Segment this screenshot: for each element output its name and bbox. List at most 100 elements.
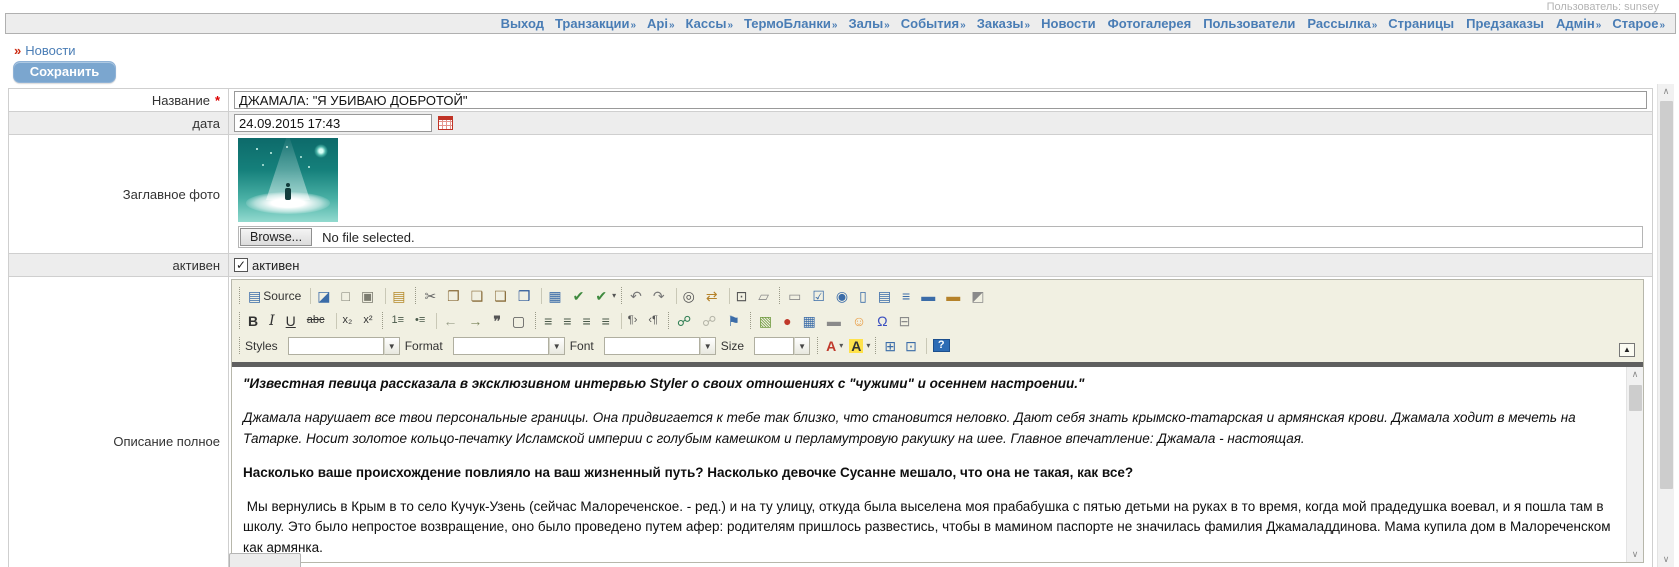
chevron-down-icon[interactable]: ▼: [383, 336, 400, 355]
source-button[interactable]: ▤ Source: [245, 288, 307, 304]
underline-icon[interactable]: U: [283, 313, 304, 329]
nav-item-transactions[interactable]: Транзакции»: [555, 16, 636, 31]
nav-item-mailing[interactable]: Рассылка»: [1307, 16, 1377, 31]
nav-item-users[interactable]: Пользователи: [1203, 16, 1296, 31]
scroll-up-icon[interactable]: ∧: [1658, 84, 1674, 99]
chevron-down-icon[interactable]: ▼: [699, 336, 716, 355]
scroll-down-icon[interactable]: ∨: [1658, 552, 1674, 567]
smiley-icon[interactable]: ☺: [849, 313, 874, 329]
redo-icon[interactable]: ↷: [650, 288, 673, 304]
editor-content-area[interactable]: ∧ ∨ "Известная певица рассказала в экскл…: [232, 362, 1643, 562]
bold-icon[interactable]: B: [245, 313, 266, 329]
horizontal-rule-icon[interactable]: ▬: [824, 313, 849, 329]
nav-item-pages[interactable]: Страницы: [1388, 16, 1455, 31]
nav-item-thermo-blanks[interactable]: ТермоБланки»: [744, 16, 837, 31]
maximize-icon[interactable]: ⊞: [881, 338, 902, 354]
cut-icon[interactable]: ✂: [421, 288, 444, 304]
font-combo[interactable]: ▼: [603, 336, 716, 355]
background-color-icon[interactable]: A ▾: [846, 338, 873, 354]
format-combo[interactable]: ▼: [452, 336, 565, 355]
toolbar-collapse-button[interactable]: ▲: [1619, 343, 1635, 357]
special-char-icon[interactable]: Ω: [874, 313, 895, 329]
scroll-up-icon[interactable]: ∧: [1627, 367, 1643, 382]
title-input[interactable]: [234, 91, 1647, 109]
nav-item-orders[interactable]: Заказы»: [977, 16, 1030, 31]
page-break-icon[interactable]: ⊟: [896, 313, 919, 329]
scayt-icon[interactable]: ✔ ▾: [592, 288, 619, 304]
unlink-icon[interactable]: ☍: [699, 313, 724, 329]
replace-icon[interactable]: ⇄: [703, 288, 726, 304]
date-input[interactable]: [234, 114, 432, 132]
styles-combo[interactable]: ▼: [287, 336, 400, 355]
text-field-icon[interactable]: ▯: [856, 288, 875, 304]
link-icon[interactable]: ☍: [674, 313, 699, 329]
paste-icon[interactable]: ❏: [468, 288, 492, 304]
bulleted-list-icon[interactable]: •≡: [412, 314, 433, 327]
show-blocks-icon[interactable]: ⊡: [902, 338, 923, 354]
paste-text-icon[interactable]: ❑: [491, 288, 515, 304]
blockquote-icon[interactable]: ❞: [490, 313, 509, 329]
nav-item-preorders[interactable]: Предзаказы: [1466, 16, 1545, 31]
nav-item-photogallery[interactable]: Фотогалерея: [1108, 16, 1193, 31]
align-center-icon[interactable]: ≡: [560, 313, 579, 329]
strikethrough-icon[interactable]: abc: [304, 314, 333, 327]
nav-item-halls[interactable]: Залы»: [848, 16, 889, 31]
page-scrollbar-thumb[interactable]: [1660, 101, 1673, 489]
select-all-icon[interactable]: ⊡: [733, 288, 756, 304]
italic-icon[interactable]: I: [266, 313, 283, 329]
image-icon[interactable]: ▧: [756, 313, 780, 329]
scroll-down-icon[interactable]: ∨: [1627, 547, 1643, 562]
nav-item-old[interactable]: Старое»: [1612, 16, 1665, 31]
page-scrollbar[interactable]: ∧ ∨: [1657, 84, 1674, 567]
align-right-icon[interactable]: ≡: [579, 313, 598, 329]
calendar-icon[interactable]: [438, 116, 453, 130]
select-field-icon[interactable]: ≡: [899, 288, 918, 304]
hidden-field-icon[interactable]: ◩: [968, 288, 992, 304]
active-checkbox[interactable]: ✓: [234, 258, 248, 272]
form-field-icon[interactable]: ▭: [785, 288, 809, 304]
nav-item-news[interactable]: Новости: [1041, 16, 1097, 31]
table-icon[interactable]: ▦: [800, 313, 824, 329]
image-button-icon[interactable]: ▬: [943, 288, 968, 304]
editor-scrollbar-thumb[interactable]: [1629, 385, 1642, 411]
checkbox-field-icon[interactable]: ☑: [809, 288, 833, 304]
decrease-indent-icon[interactable]: ←: [440, 313, 465, 329]
chevron-down-icon[interactable]: ▼: [794, 336, 811, 355]
subscript-icon[interactable]: x₂: [340, 314, 361, 327]
remove-format-icon[interactable]: ▱: [755, 288, 777, 304]
radio-field-icon[interactable]: ◉: [833, 288, 856, 304]
spellcheck-icon[interactable]: ✔: [570, 288, 593, 304]
nav-item-events[interactable]: События»: [901, 16, 966, 31]
increase-indent-icon[interactable]: →: [465, 313, 490, 329]
flash-icon[interactable]: ●: [780, 313, 799, 329]
div-container-icon[interactable]: ▢: [509, 313, 533, 329]
new-page-icon[interactable]: □: [339, 288, 358, 304]
text-color-icon[interactable]: A ▾: [823, 338, 846, 354]
paste-from-word-icon[interactable]: ❒: [515, 288, 539, 304]
anchor-icon[interactable]: ⚑: [724, 313, 748, 329]
numbered-list-icon[interactable]: 1≡: [388, 314, 412, 327]
browse-button[interactable]: Browse...: [240, 228, 313, 246]
copy-icon[interactable]: ❐: [444, 288, 468, 304]
nav-item-cash-desks[interactable]: Кассы»: [686, 16, 733, 31]
templates-icon[interactable]: ▤: [389, 288, 413, 304]
nav-item-admin[interactable]: Адмін»: [1556, 16, 1601, 31]
breadcrumb-link-news[interactable]: Новости: [25, 43, 75, 58]
undo-icon[interactable]: ↶: [627, 288, 650, 304]
about-icon[interactable]: ?: [930, 338, 956, 353]
preview-icon[interactable]: ▣: [358, 288, 382, 304]
size-combo[interactable]: ▼: [754, 336, 811, 355]
nav-item-logout[interactable]: Выход: [501, 16, 544, 31]
align-left-icon[interactable]: ≡: [541, 313, 560, 329]
nav-item-api[interactable]: Api»: [647, 16, 675, 31]
text-direction-ltr-icon[interactable]: ¶›: [625, 314, 646, 327]
superscript-icon[interactable]: x²: [360, 314, 380, 327]
chevron-down-icon[interactable]: ▼: [548, 336, 565, 355]
find-icon[interactable]: ◎: [680, 288, 703, 304]
justify-icon[interactable]: ≡: [599, 313, 618, 329]
textarea-field-icon[interactable]: ▤: [875, 288, 899, 304]
print-icon[interactable]: ▦: [545, 288, 569, 304]
button-field-icon[interactable]: ▬: [918, 288, 943, 304]
save-button[interactable]: Сохранить: [13, 61, 116, 83]
save-icon[interactable]: ◪: [314, 288, 338, 304]
